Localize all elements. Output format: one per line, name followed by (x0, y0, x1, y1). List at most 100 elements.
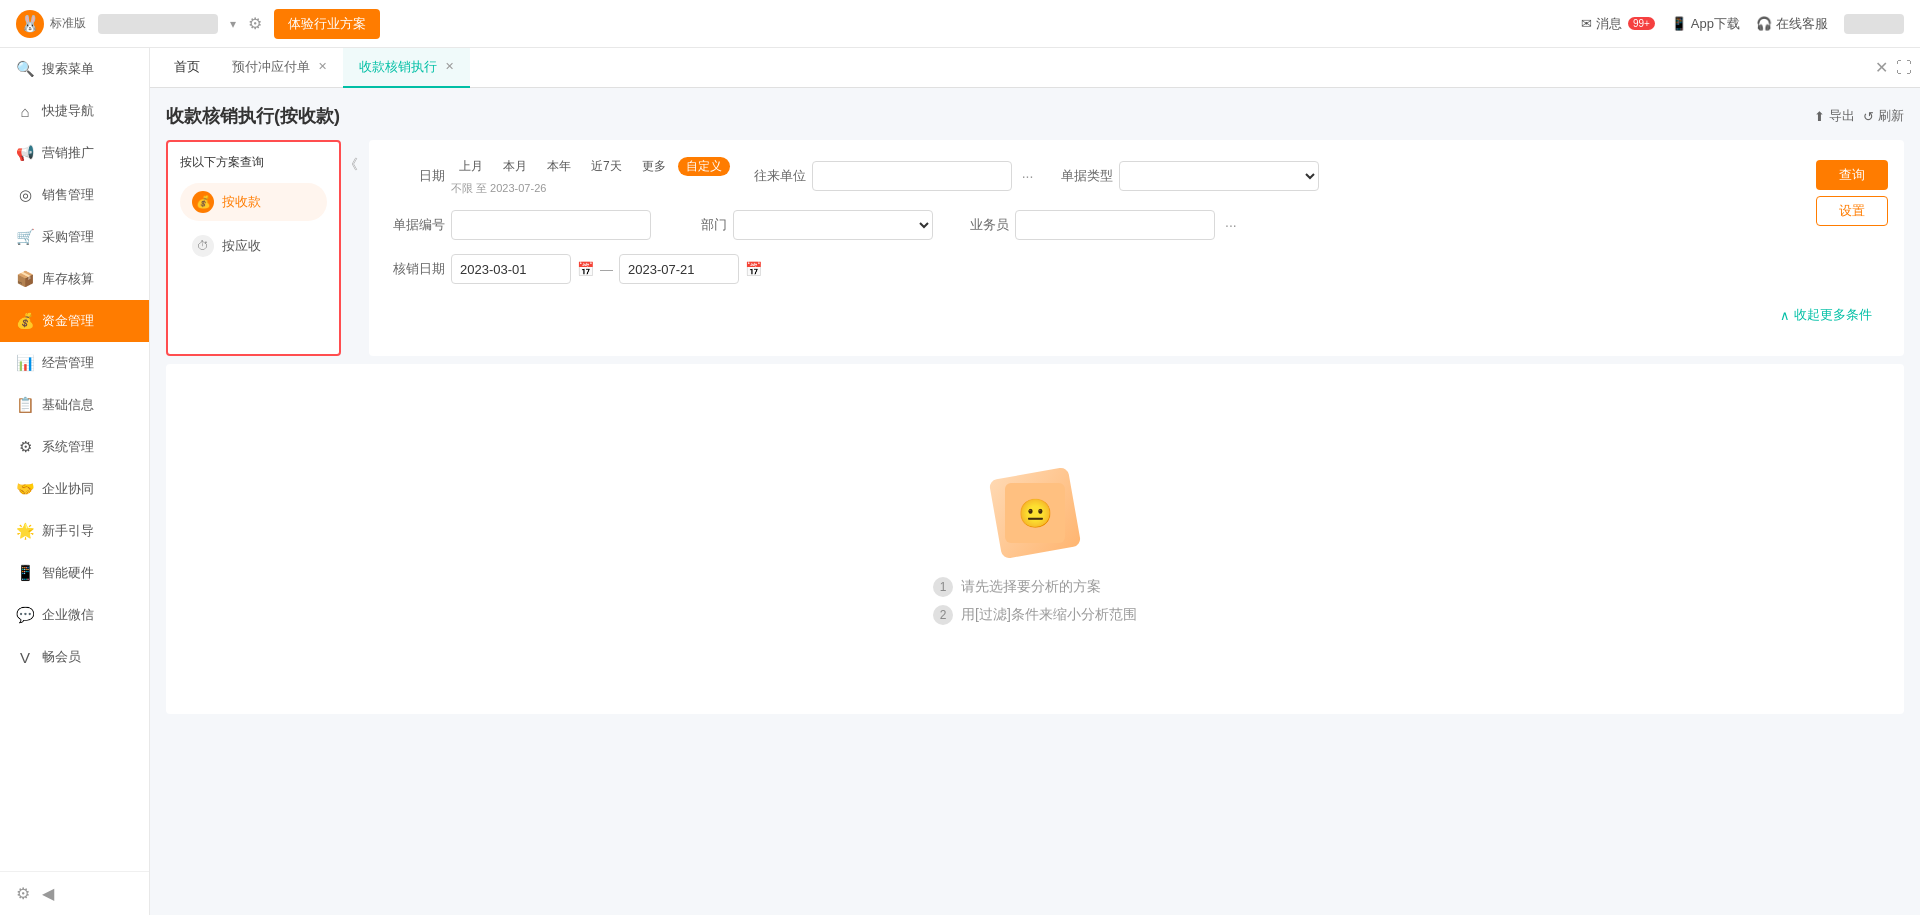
filter-form-area: 日期 上月 本月 本年 近7天 更多 自定义 (385, 156, 1800, 298)
export-label: 导出 (1829, 107, 1855, 125)
verify-date-start-calendar-icon[interactable]: 📅 (577, 261, 594, 277)
tab-close-button[interactable]: ✕ (1875, 58, 1888, 77)
tab-prepay-close-icon[interactable]: ✕ (318, 60, 327, 73)
counterpart-label: 往来单位 (746, 167, 806, 185)
sidebar-item-search-menu[interactable]: 🔍 搜索菜单 (0, 48, 149, 90)
tab-receipt-close-icon[interactable]: ✕ (445, 60, 454, 73)
sidebar-item-marketing[interactable]: 📢 营销推广 (0, 132, 149, 174)
verify-date-field: 核销日期 📅 — 📅 (385, 254, 762, 284)
counterpart-dots-icon[interactable]: ··· (1018, 168, 1038, 184)
doc-no-label: 单据编号 (385, 216, 445, 234)
sidebar-item-label: 采购管理 (42, 228, 94, 246)
tab-home[interactable]: 首页 (158, 48, 216, 88)
query-button[interactable]: 查询 (1816, 160, 1888, 190)
top-header: 🐰 标准版 ▾ ⚙ 体验行业方案 ✉ 消息 99+ 📱 App下载 🎧 在线客服 (0, 0, 1920, 48)
staff-dots-icon[interactable]: ··· (1221, 217, 1241, 233)
purchase-icon: 🛒 (16, 228, 34, 246)
basic-info-icon: 📋 (16, 396, 34, 414)
btn-last-month[interactable]: 上月 (451, 156, 491, 177)
vip-icon: V (16, 649, 34, 666)
app-label: App下载 (1691, 15, 1740, 33)
brand-logo: 🐰 (16, 10, 44, 38)
tab-expand-button[interactable]: ⛶ (1896, 59, 1912, 77)
sidebar-item-inventory[interactable]: 📦 库存核算 (0, 258, 149, 300)
sidebar-item-wechat[interactable]: 💬 企业微信 (0, 594, 149, 636)
counterpart-field: 往来单位 ··· (746, 161, 1038, 191)
guide-icon: 🌟 (16, 522, 34, 540)
marketing-icon: 📢 (16, 144, 34, 162)
verify-date-end-calendar-icon[interactable]: 📅 (745, 261, 762, 277)
staff-label: 业务员 (949, 216, 1009, 234)
sidebar-collapse-icon[interactable]: ◀ (42, 884, 54, 903)
user-avatar[interactable] (1844, 14, 1904, 34)
sidebar-item-purchase[interactable]: 🛒 采购管理 (0, 216, 149, 258)
sidebar-item-system[interactable]: ⚙ 系统管理 (0, 426, 149, 468)
sidebar-item-hardware[interactable]: 📱 智能硬件 (0, 552, 149, 594)
verify-date-range: 📅 — 📅 (451, 254, 762, 284)
settings-button[interactable]: 设置 (1816, 196, 1888, 226)
enterprise-icon: 🤝 (16, 480, 34, 498)
collapse-more-icon: ∧ (1780, 308, 1790, 323)
dept-field: 部门 (667, 210, 933, 240)
app-icon: 📱 (1671, 16, 1687, 31)
app-download-action[interactable]: 📱 App下载 (1671, 15, 1740, 33)
system-icon: ⚙ (16, 438, 34, 456)
dept-select[interactable] (733, 210, 933, 240)
sidebar-item-basic-info[interactable]: 📋 基础信息 (0, 384, 149, 426)
message-icon: ✉ (1581, 16, 1592, 31)
tab-prepay-offset[interactable]: 预付冲应付单 ✕ (216, 48, 343, 88)
sidebar-item-operation[interactable]: 📊 经营管理 (0, 342, 149, 384)
sidebar-item-label: 畅会员 (42, 648, 81, 666)
btn-7days[interactable]: 近7天 (583, 156, 630, 177)
staff-input[interactable] (1015, 210, 1215, 240)
date-hint: 不限 至 2023-07-26 (451, 181, 730, 196)
message-badge: 99+ (1628, 17, 1655, 30)
staff-field: 业务员 ··· (949, 210, 1241, 240)
sidebar-item-label: 智能硬件 (42, 564, 94, 582)
message-action[interactable]: ✉ 消息 99+ (1581, 15, 1655, 33)
sidebar-item-label: 基础信息 (42, 396, 94, 414)
verify-date-start-input[interactable] (451, 254, 571, 284)
empty-icon: 😐 (975, 453, 1095, 553)
filter-collapse-button[interactable]: 《 (341, 140, 361, 356)
sidebar-item-quick-nav[interactable]: ⌂ 快捷导航 (0, 90, 149, 132)
industry-button[interactable]: 体验行业方案 (274, 9, 380, 39)
sidebar: 🔍 搜索菜单 ⌂ 快捷导航 📢 营销推广 ◎ 销售管理 🛒 采购管理 📦 库存核… (0, 48, 150, 915)
sales-icon: ◎ (16, 186, 34, 204)
btn-this-year[interactable]: 本年 (539, 156, 579, 177)
sidebar-item-finance[interactable]: 💰 资金管理 (0, 300, 149, 342)
form-row-3: 核销日期 📅 — 📅 (385, 254, 1800, 284)
filter-option-by-receipt[interactable]: 💰 按收款 (180, 183, 327, 221)
sidebar-item-enterprise[interactable]: 🤝 企业协同 (0, 468, 149, 510)
tab-receipt-label: 收款核销执行 (359, 58, 437, 76)
query-btn-col: 查询 设置 (1816, 156, 1888, 226)
filter-option-by-receivable[interactable]: ⏱ 按应收 (180, 227, 327, 265)
counterpart-input[interactable] (812, 161, 1012, 191)
date-field: 日期 上月 本月 本年 近7天 更多 自定义 (385, 156, 730, 196)
btn-this-month[interactable]: 本月 (495, 156, 535, 177)
custom-date-badge[interactable]: 自定义 (678, 157, 730, 176)
sidebar-item-label: 新手引导 (42, 522, 94, 540)
tab-receipt-offset[interactable]: 收款核销执行 ✕ (343, 48, 470, 88)
collapse-more-button[interactable]: ∧ 收起更多条件 (1764, 302, 1888, 328)
empty-hints: 1 请先选择要分析的方案 2 用[过滤]条件来缩小分析范围 (933, 577, 1137, 625)
sidebar-item-label: 营销推广 (42, 144, 94, 162)
doc-no-field: 单据编号 (385, 210, 651, 240)
tab-bar-actions: ✕ ⛶ (1875, 58, 1912, 77)
doc-no-input[interactable] (451, 210, 651, 240)
sidebar-item-vip[interactable]: V 畅会员 (0, 636, 149, 678)
export-button[interactable]: ⬆ 导出 (1814, 107, 1855, 125)
service-action[interactable]: 🎧 在线客服 (1756, 15, 1828, 33)
verify-date-end-input[interactable] (619, 254, 739, 284)
sidebar-item-sales[interactable]: ◎ 销售管理 (0, 174, 149, 216)
brand-name: 标准版 (50, 15, 86, 32)
header-chevron-icon[interactable]: ▾ (230, 17, 236, 31)
filter-receipt-label: 按收款 (222, 193, 261, 211)
sidebar-item-guide[interactable]: 🌟 新手引导 (0, 510, 149, 552)
sidebar-settings-icon[interactable]: ⚙ (16, 884, 30, 903)
header-gear-icon[interactable]: ⚙ (248, 14, 262, 33)
tab-bar: 首页 预付冲应付单 ✕ 收款核销执行 ✕ ✕ ⛶ (150, 48, 1920, 88)
btn-more-date[interactable]: 更多 (634, 156, 674, 177)
refresh-button[interactable]: ↺ 刷新 (1863, 107, 1904, 125)
doc-type-select[interactable] (1119, 161, 1319, 191)
